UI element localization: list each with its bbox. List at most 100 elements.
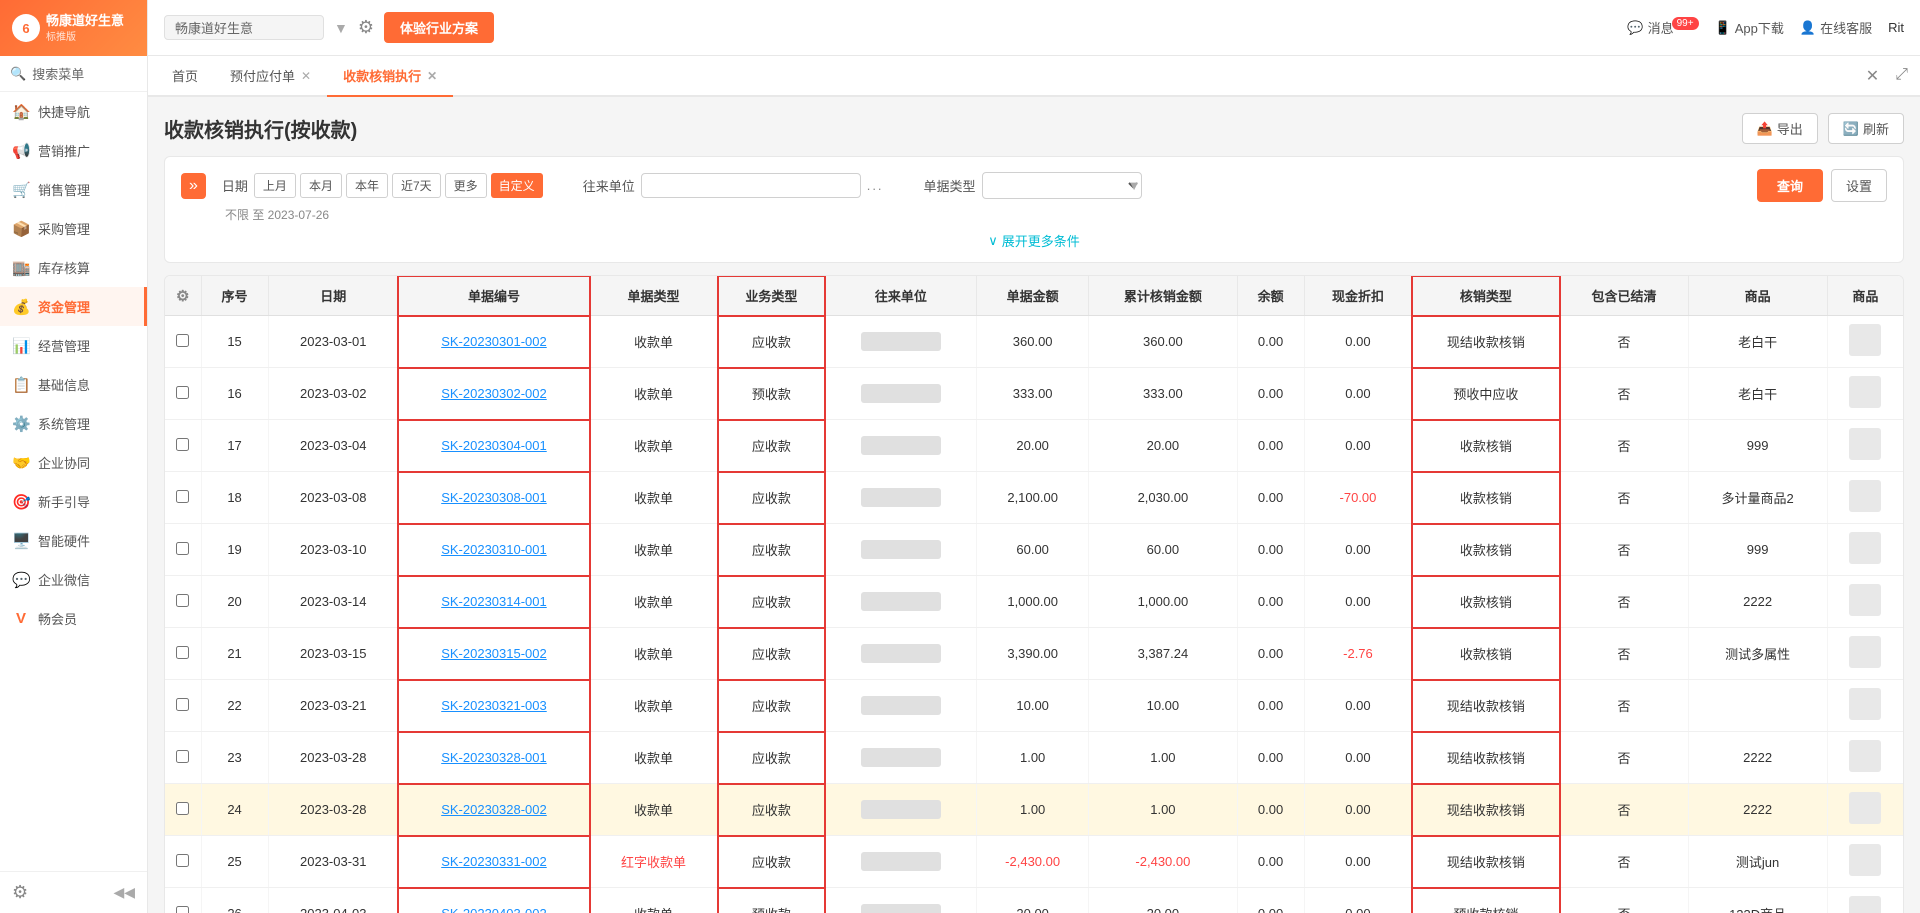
table-row: 19 2023-03-10 SK-20230310-001 收款单 应收款 60… (165, 524, 1903, 576)
sidebar-item-inventory[interactable]: 🏬 库存核算 (0, 248, 147, 287)
tab-prepay-close[interactable]: ✕ (301, 69, 311, 83)
doc-no-link[interactable]: SK-20230315-002 (441, 646, 547, 661)
doc-no-link[interactable]: SK-20230308-001 (441, 490, 547, 505)
cell-balance: 0.00 (1237, 784, 1304, 836)
cell-cash-discount: 0.00 (1304, 732, 1412, 784)
cell-check[interactable] (165, 368, 201, 420)
app-download-label: App下载 (1735, 18, 1784, 37)
refresh-button[interactable]: 🔄 刷新 (1828, 113, 1904, 144)
sidebar-item-member[interactable]: V 畅会员 (0, 599, 147, 638)
settings-icon[interactable]: ⚙ (12, 882, 28, 903)
search-menu[interactable]: 🔍 搜索菜单 (0, 56, 147, 92)
doc-no-link[interactable]: SK-20230310-001 (441, 542, 547, 557)
sidebar-item-operations[interactable]: 📊 经营管理 (0, 326, 147, 365)
doc-no-link[interactable]: SK-20230331-002 (441, 854, 547, 869)
row-checkbox[interactable] (176, 438, 189, 451)
sidebar-item-purchase[interactable]: 📦 采购管理 (0, 209, 147, 248)
row-checkbox[interactable] (176, 854, 189, 867)
sidebar-item-wechat[interactable]: 💬 企业微信 (0, 560, 147, 599)
cell-check[interactable] (165, 680, 201, 732)
doc-no-link[interactable]: SK-20230304-001 (441, 438, 547, 453)
cell-check[interactable] (165, 836, 201, 888)
date-btn-more[interactable]: 更多 (445, 173, 487, 198)
sidebar-item-basic-info[interactable]: 📋 基础信息 (0, 365, 147, 404)
row-checkbox[interactable] (176, 334, 189, 347)
filter-date-item: 日期 上月 本月 本年 近7天 更多 自定义 (222, 173, 543, 198)
date-btn-this-year[interactable]: 本年 (346, 173, 388, 198)
row-checkbox[interactable] (176, 750, 189, 763)
cell-check[interactable] (165, 732, 201, 784)
doc-no-link[interactable]: SK-20230314-001 (441, 594, 547, 609)
row-checkbox[interactable] (176, 542, 189, 555)
chevron-down-icon[interactable]: ▼ (334, 20, 348, 36)
cell-cum-cancel: -2,430.00 (1089, 836, 1237, 888)
cell-check[interactable] (165, 628, 201, 680)
tab-collection[interactable]: 收款核销执行 ✕ (327, 56, 453, 97)
gear-icon[interactable]: ⚙ (176, 288, 189, 305)
sidebar-item-sales[interactable]: 🛒 销售管理 (0, 170, 147, 209)
cell-cum-cancel: 10.00 (1089, 680, 1237, 732)
cell-partner (825, 628, 976, 680)
cell-goods: 2222 (1688, 784, 1827, 836)
row-checkbox[interactable] (176, 646, 189, 659)
cell-biz-type: 应收款 (718, 524, 826, 576)
expand-icon[interactable]: ⤢ (1891, 62, 1912, 90)
settings-button[interactable]: 设置 (1831, 169, 1887, 202)
cell-check[interactable] (165, 524, 201, 576)
doc-no-link[interactable]: SK-20230301-002 (441, 334, 547, 349)
cell-check[interactable] (165, 888, 201, 913)
doc-type-select[interactable] (982, 172, 1142, 199)
query-button[interactable]: 查询 (1757, 169, 1823, 202)
online-service-group[interactable]: 👤 在线客服 (1800, 18, 1872, 37)
filter-toggle[interactable]: » (181, 173, 206, 199)
export-button[interactable]: 📤 导出 (1742, 113, 1818, 144)
expand-button[interactable]: ∨ 展开更多条件 (988, 231, 1080, 250)
date-btn-this-month[interactable]: 本月 (300, 173, 342, 198)
doc-no-link[interactable]: SK-20230328-001 (441, 750, 547, 765)
partner-dots[interactable]: ... (867, 178, 884, 193)
gear-icon[interactable]: ⚙ (358, 17, 374, 38)
tab-home[interactable]: 首页 (156, 56, 214, 97)
cell-cum-cancel: 360.00 (1089, 316, 1237, 368)
doc-no-link[interactable]: SK-20230302-002 (441, 386, 547, 401)
date-btn-custom[interactable]: 自定义 (491, 173, 543, 198)
cell-check[interactable] (165, 576, 201, 628)
brand-input[interactable] (164, 15, 324, 40)
sidebar-item-guide[interactable]: 🎯 新手引导 (0, 482, 147, 521)
row-checkbox[interactable] (176, 906, 189, 913)
sidebar-item-system[interactable]: ⚙️ 系统管理 (0, 404, 147, 443)
sidebar-item-quick-nav[interactable]: 🏠 快捷导航 (0, 92, 147, 131)
close-window-icon[interactable]: ✕ (1862, 62, 1883, 90)
row-checkbox[interactable] (176, 490, 189, 503)
date-btn-7days[interactable]: 近7天 (392, 173, 441, 198)
row-checkbox[interactable] (176, 698, 189, 711)
tab-collection-close[interactable]: ✕ (427, 69, 437, 83)
date-btn-last-month[interactable]: 上月 (254, 173, 296, 198)
sidebar-item-marketing[interactable]: 📢 营销推广 (0, 131, 147, 170)
sidebar-item-hardware[interactable]: 🖥️ 智能硬件 (0, 521, 147, 560)
collapse-button[interactable]: ◀◀ (113, 884, 135, 901)
logo-text: 畅康道好生意 (46, 13, 124, 29)
cell-check[interactable] (165, 472, 201, 524)
sidebar-item-capital[interactable]: 💰 资金管理 (0, 287, 147, 326)
cell-goods: 2222 (1688, 576, 1827, 628)
doc-no-link[interactable]: SK-20230328-002 (441, 802, 547, 817)
cell-cash-discount: -70.00 (1304, 472, 1412, 524)
industry-btn[interactable]: 体验行业方案 (384, 12, 494, 43)
cell-check[interactable] (165, 420, 201, 472)
table-scroll[interactable]: ⚙ 序号 日期 单据编号 单据类型 业务类型 往来单位 单据金额 累计核销金额 … (165, 276, 1903, 913)
cell-check[interactable] (165, 784, 201, 836)
sidebar-item-enterprise[interactable]: 🤝 企业协同 (0, 443, 147, 482)
tab-prepay[interactable]: 预付应付单 ✕ (214, 56, 327, 97)
user-name[interactable]: Rit (1888, 20, 1904, 35)
partner-input[interactable] (641, 173, 861, 198)
row-checkbox[interactable] (176, 594, 189, 607)
doc-no-link[interactable]: SK-20230403-002 (441, 906, 547, 913)
doc-no-link[interactable]: SK-20230321-003 (441, 698, 547, 713)
message-group[interactable]: 💬 消息 99+ (1627, 18, 1698, 37)
cell-check[interactable] (165, 316, 201, 368)
th-gear[interactable]: ⚙ (165, 276, 201, 316)
row-checkbox[interactable] (176, 802, 189, 815)
app-download-group[interactable]: 📱 App下载 (1715, 18, 1784, 37)
row-checkbox[interactable] (176, 386, 189, 399)
